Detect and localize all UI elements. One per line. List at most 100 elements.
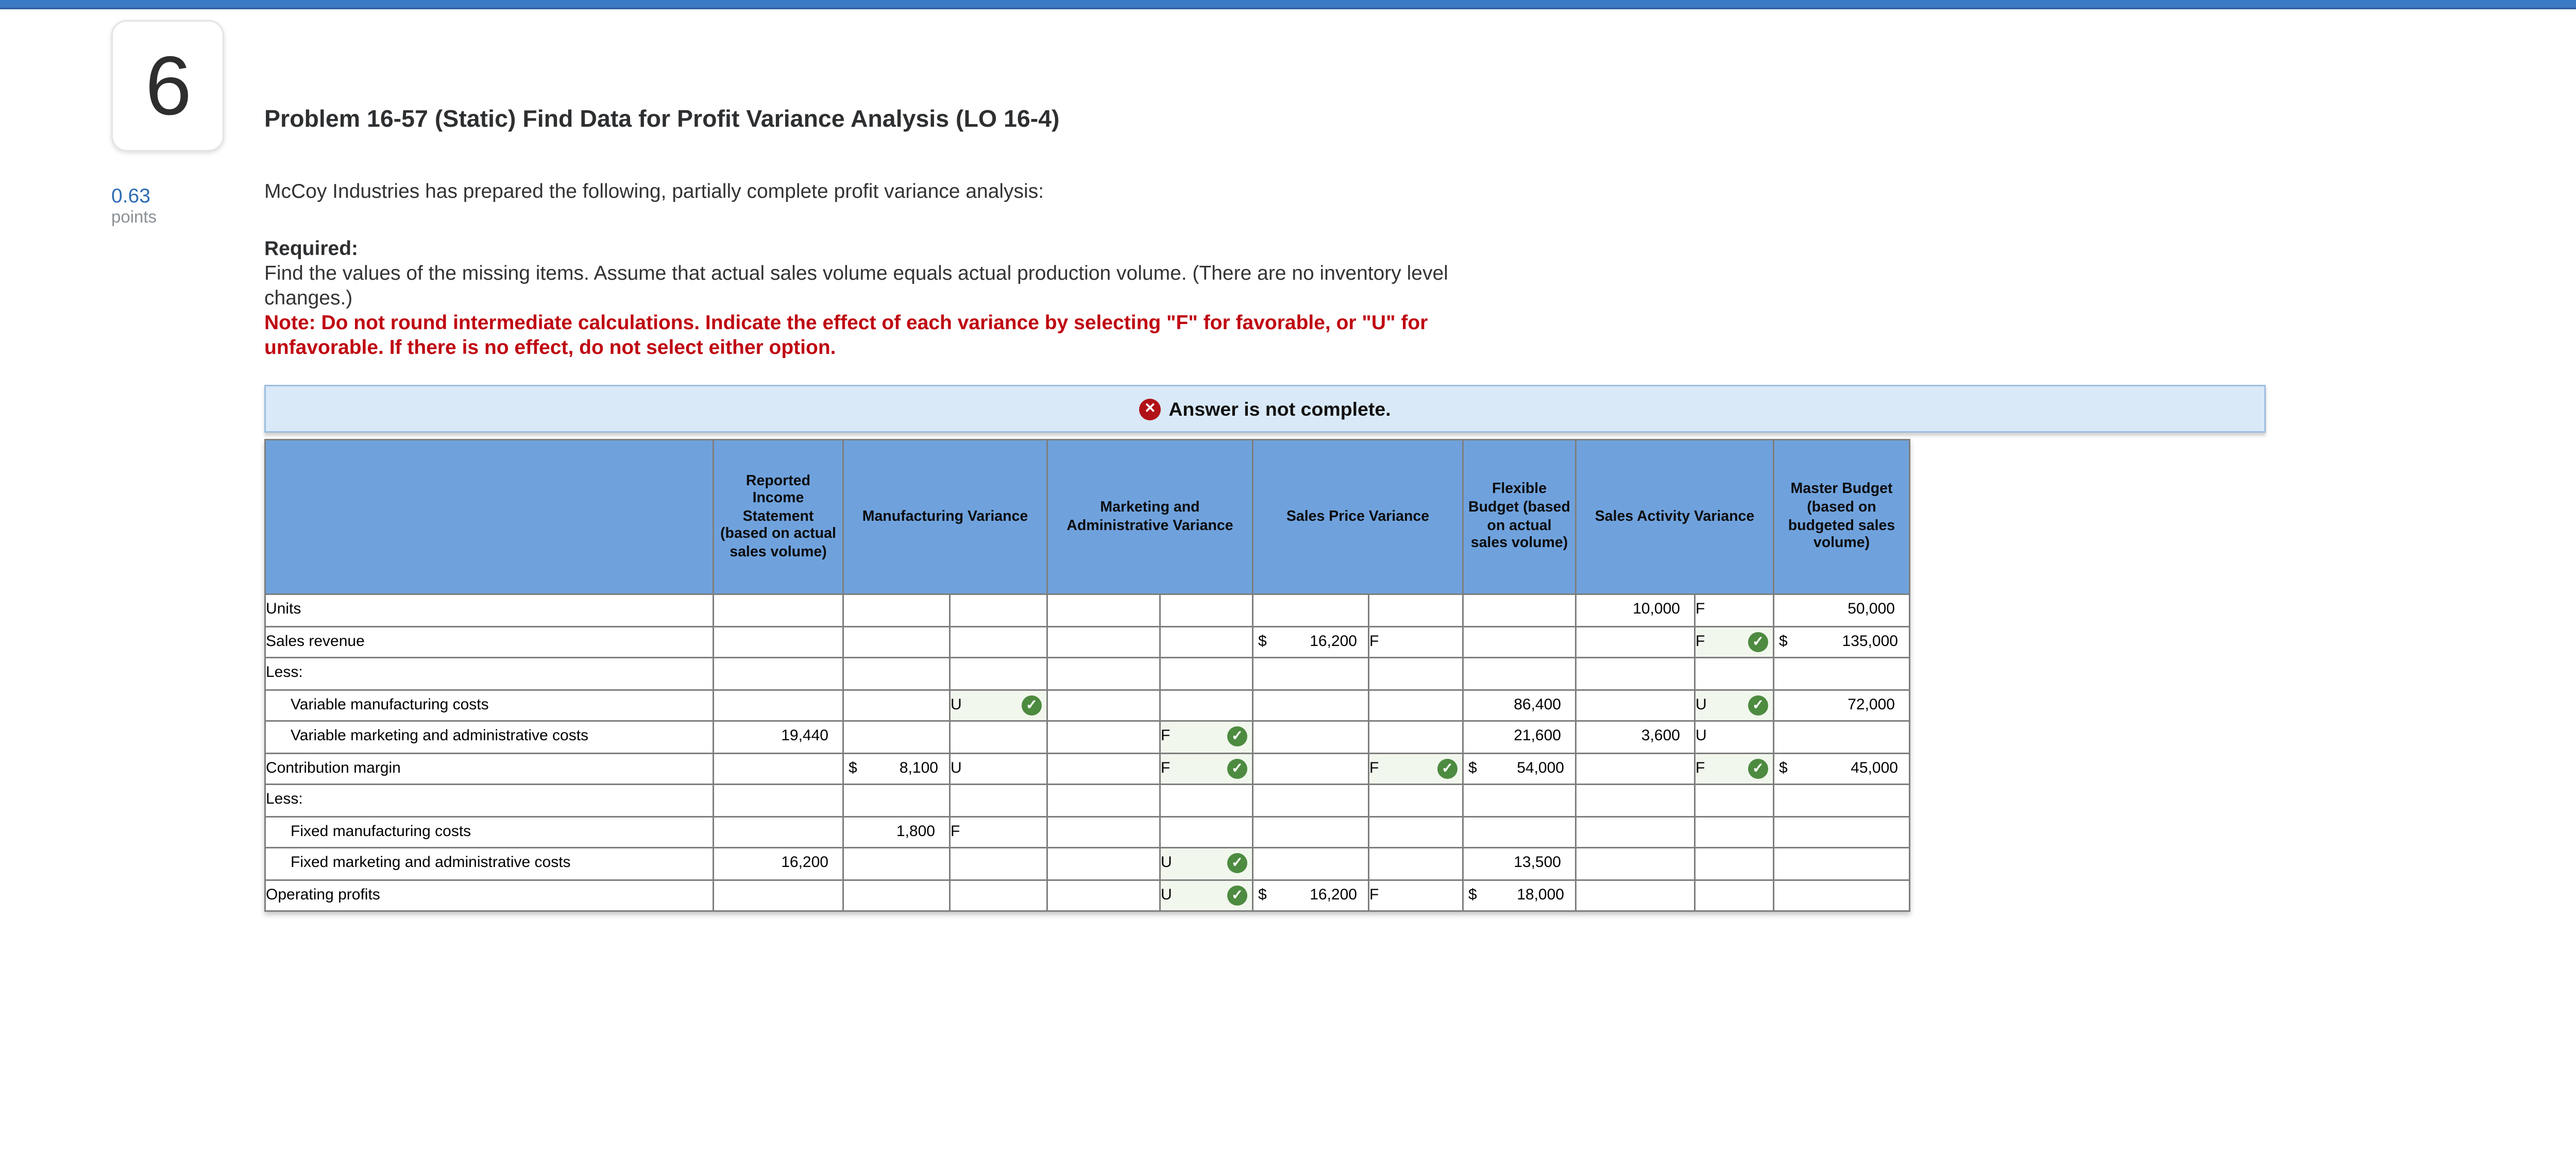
- fu-select-cell[interactable]: F: [949, 815, 1048, 848]
- value-input-cell[interactable]: [1773, 784, 1910, 817]
- value-input-cell[interactable]: [1773, 878, 1910, 912]
- fu-select-cell[interactable]: [1694, 784, 1774, 817]
- fu-select-cell[interactable]: U ✓: [1159, 847, 1253, 880]
- value-input-cell[interactable]: [1046, 752, 1161, 785]
- value-input-cell[interactable]: [1046, 720, 1161, 754]
- value-input-cell[interactable]: [1046, 815, 1161, 848]
- fu-select-cell[interactable]: [949, 878, 1048, 912]
- fu-select-cell[interactable]: F ✓: [1368, 752, 1464, 785]
- value-input-cell[interactable]: $16,200: [1252, 625, 1369, 658]
- fu-select-cell[interactable]: U ✓: [949, 688, 1048, 722]
- value-input-cell[interactable]: 50,000: [1773, 593, 1910, 627]
- fu-select-cell[interactable]: [949, 784, 1048, 817]
- value-input-cell[interactable]: 72,000: [1773, 688, 1910, 722]
- value-input-cell[interactable]: [842, 593, 951, 627]
- value-input-cell[interactable]: [842, 720, 951, 754]
- value-input-cell[interactable]: 86,400: [1462, 688, 1577, 722]
- fu-select-cell[interactable]: [1159, 625, 1253, 658]
- value-input-cell[interactable]: $54,000: [1462, 752, 1577, 785]
- fu-select-cell[interactable]: [1159, 688, 1253, 722]
- value-input-cell[interactable]: $45,000: [1773, 752, 1910, 785]
- fu-select-cell[interactable]: [1368, 720, 1464, 754]
- value-input-cell[interactable]: [1462, 657, 1577, 690]
- value-input-cell[interactable]: [713, 752, 844, 785]
- fu-select-cell[interactable]: [949, 657, 1048, 690]
- value-input-cell[interactable]: [842, 688, 951, 722]
- value-input-cell[interactable]: [1773, 720, 1910, 754]
- fu-select-cell[interactable]: [1159, 784, 1253, 817]
- value-input-cell[interactable]: [713, 625, 844, 658]
- value-input-cell[interactable]: [1252, 688, 1369, 722]
- value-input-cell[interactable]: [1575, 847, 1696, 880]
- value-input-cell[interactable]: [713, 815, 844, 848]
- value-input-cell[interactable]: [1575, 657, 1696, 690]
- value-input-cell[interactable]: $8,100: [842, 752, 951, 785]
- fu-select-cell[interactable]: [1368, 815, 1464, 848]
- fu-select-cell[interactable]: [949, 720, 1048, 754]
- value-input-cell[interactable]: [1046, 593, 1161, 627]
- value-input-cell[interactable]: [1462, 815, 1577, 848]
- fu-select-cell[interactable]: U ✓: [1694, 688, 1774, 722]
- value-input-cell[interactable]: [1046, 784, 1161, 817]
- value-input-cell[interactable]: [1575, 752, 1696, 785]
- value-input-cell[interactable]: [842, 878, 951, 912]
- value-input-cell[interactable]: [842, 657, 951, 690]
- value-input-cell[interactable]: $18,000: [1462, 878, 1577, 912]
- value-input-cell[interactable]: 21,600: [1462, 720, 1577, 754]
- value-input-cell[interactable]: $16,200: [1252, 878, 1369, 912]
- fu-select-cell[interactable]: [1159, 657, 1253, 690]
- value-input-cell[interactable]: [1046, 625, 1161, 658]
- value-input-cell[interactable]: [713, 593, 844, 627]
- value-input-cell[interactable]: 13,500: [1462, 847, 1577, 880]
- fu-select-cell[interactable]: [1368, 784, 1464, 817]
- fu-select-cell[interactable]: [1694, 815, 1774, 848]
- fu-select-cell[interactable]: [1694, 847, 1774, 880]
- value-input-cell[interactable]: [1252, 752, 1369, 785]
- value-input-cell[interactable]: [713, 784, 844, 817]
- value-input-cell[interactable]: [1773, 657, 1910, 690]
- fu-select-cell[interactable]: U ✓: [1159, 878, 1253, 912]
- value-input-cell[interactable]: 1,800: [842, 815, 951, 848]
- value-input-cell[interactable]: [1575, 688, 1696, 722]
- value-input-cell[interactable]: [842, 625, 951, 658]
- value-input-cell[interactable]: [1252, 593, 1369, 627]
- fu-select-cell[interactable]: F ✓: [1159, 720, 1253, 754]
- value-input-cell[interactable]: [713, 688, 844, 722]
- fu-select-cell[interactable]: [1368, 688, 1464, 722]
- fu-select-cell[interactable]: F ✓: [1159, 752, 1253, 785]
- value-input-cell[interactable]: [1046, 657, 1161, 690]
- value-input-cell[interactable]: [1462, 784, 1577, 817]
- fu-select-cell[interactable]: [949, 593, 1048, 627]
- value-input-cell[interactable]: 10,000: [1575, 593, 1696, 627]
- value-input-cell[interactable]: [1252, 720, 1369, 754]
- value-input-cell[interactable]: 3,600: [1575, 720, 1696, 754]
- fu-select-cell[interactable]: [1368, 657, 1464, 690]
- fu-select-cell[interactable]: [1368, 593, 1464, 627]
- value-input-cell[interactable]: [1575, 815, 1696, 848]
- value-input-cell[interactable]: [1046, 847, 1161, 880]
- value-input-cell[interactable]: 16,200: [713, 847, 844, 880]
- value-input-cell[interactable]: [713, 878, 844, 912]
- fu-select-cell[interactable]: U: [949, 752, 1048, 785]
- fu-select-cell[interactable]: [1694, 878, 1774, 912]
- value-input-cell[interactable]: [1252, 784, 1369, 817]
- value-input-cell[interactable]: [1575, 784, 1696, 817]
- value-input-cell[interactable]: [1462, 625, 1577, 658]
- value-input-cell[interactable]: [1252, 847, 1369, 880]
- value-input-cell[interactable]: $135,000: [1773, 625, 1910, 658]
- fu-select-cell[interactable]: F: [1368, 625, 1464, 658]
- value-input-cell[interactable]: [1046, 688, 1161, 722]
- fu-select-cell[interactable]: F ✓: [1694, 625, 1774, 658]
- fu-select-cell[interactable]: [949, 847, 1048, 880]
- fu-select-cell[interactable]: [1159, 815, 1253, 848]
- fu-select-cell[interactable]: [1368, 847, 1464, 880]
- value-input-cell[interactable]: [713, 657, 844, 690]
- value-input-cell[interactable]: [1462, 593, 1577, 627]
- value-input-cell[interactable]: [1773, 815, 1910, 848]
- value-input-cell[interactable]: [1773, 847, 1910, 880]
- value-input-cell[interactable]: 19,440: [713, 720, 844, 754]
- fu-select-cell[interactable]: F: [1368, 878, 1464, 912]
- fu-select-cell[interactable]: F: [1694, 593, 1774, 627]
- fu-select-cell[interactable]: [1159, 593, 1253, 627]
- fu-select-cell[interactable]: U: [1694, 720, 1774, 754]
